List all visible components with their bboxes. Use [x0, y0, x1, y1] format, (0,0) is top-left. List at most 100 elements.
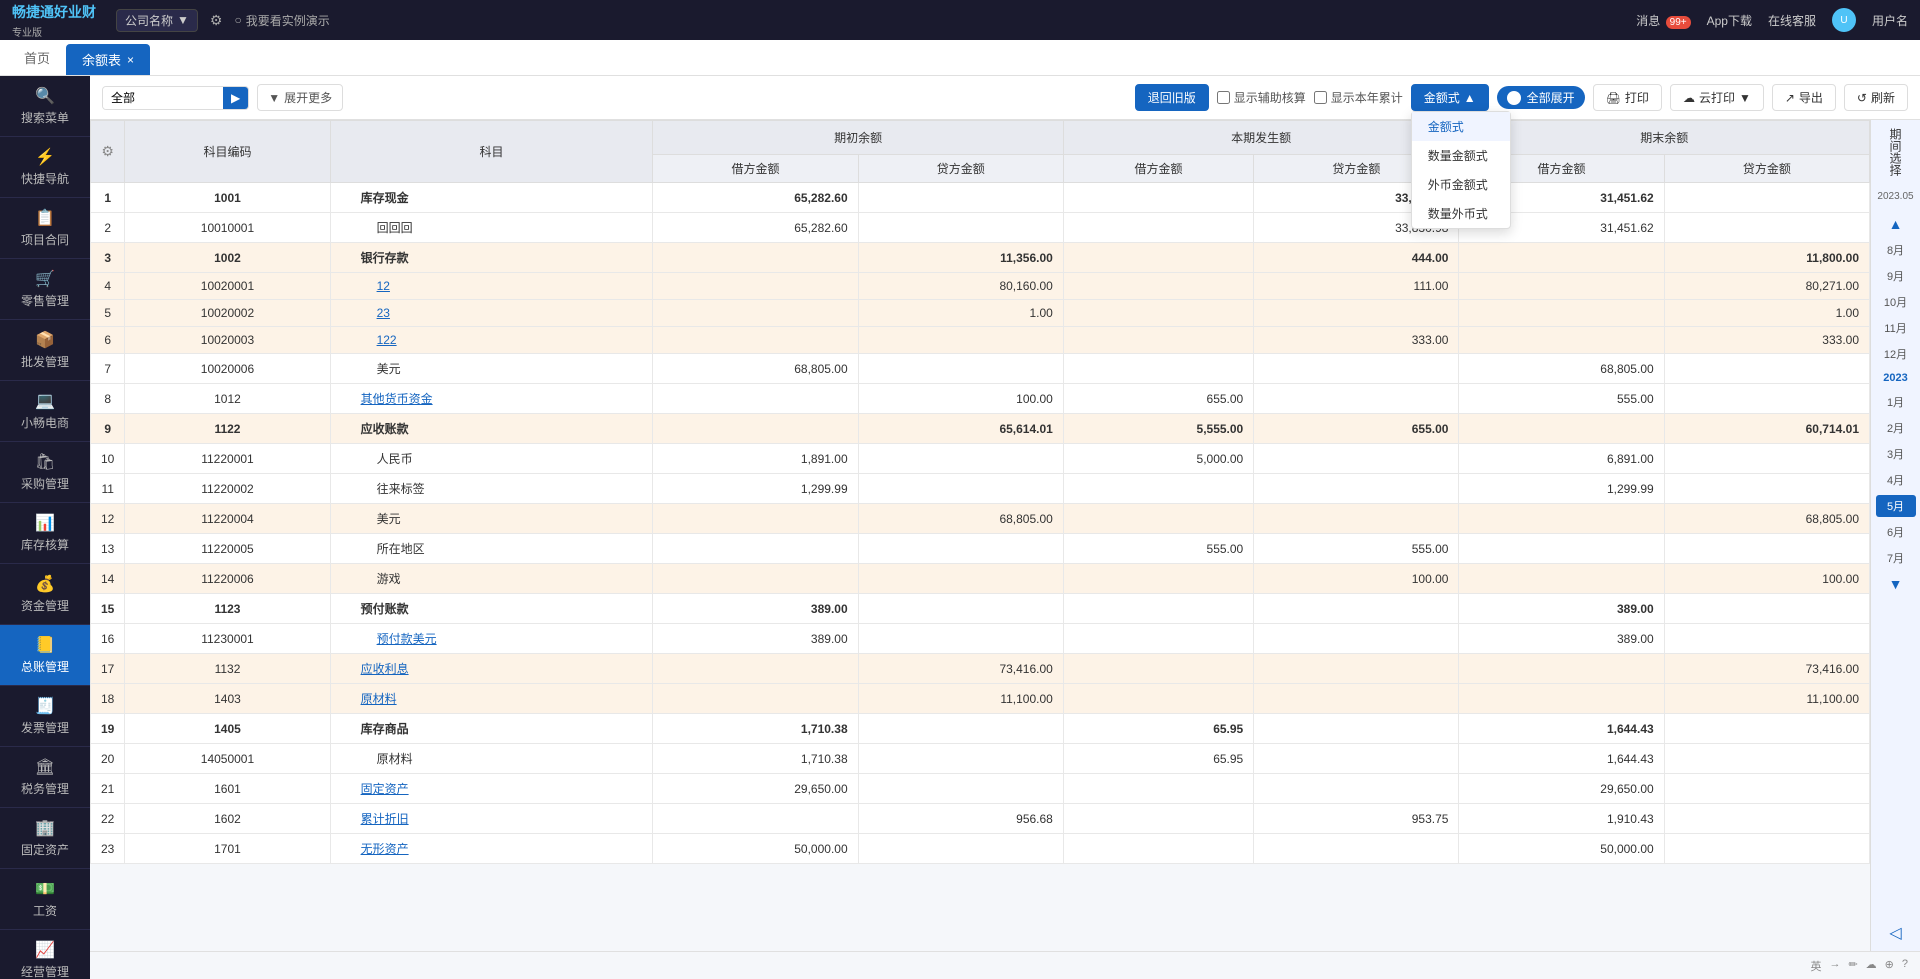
period-next-btn[interactable]: ▼ [1876, 573, 1916, 595]
toggle-dot [1507, 91, 1521, 105]
dd-item-qty-foreign[interactable]: 数量外币式 [1412, 199, 1510, 228]
dd-item-qty-amount[interactable]: 数量金额式 [1412, 141, 1510, 170]
cp-credit: 111.00 [1254, 273, 1459, 300]
account-name[interactable]: 预付款美元 [330, 624, 653, 654]
print-btn[interactable]: 🖨 打印 [1593, 84, 1662, 111]
show-auxiliary-checkbox[interactable] [1217, 91, 1230, 104]
cb-credit [1664, 774, 1869, 804]
avatar[interactable]: U [1832, 8, 1856, 32]
dd-item-amount[interactable]: 金额式 [1412, 112, 1510, 141]
add-icon[interactable]: ⊕ [1885, 958, 1894, 974]
period-dec[interactable]: 12月 [1876, 343, 1916, 365]
row-num: 13 [91, 534, 125, 564]
row-num: 19 [91, 714, 125, 744]
lang-icon[interactable]: 英 [1810, 958, 1821, 974]
gear-icon[interactable]: ⚙ [210, 12, 223, 29]
show-annual-label[interactable]: 显示本年累计 [1314, 89, 1403, 106]
expand-more-btn[interactable]: ▼ 展开更多 [257, 84, 343, 111]
return-old-btn[interactable]: 退回旧版 [1135, 84, 1209, 111]
ob-debit: 1,299.99 [653, 474, 858, 504]
sidebar-item-finance[interactable]: 💰 资金管理 [0, 564, 90, 625]
sidebar-item-purchase[interactable]: 🛍 采购管理 [0, 442, 90, 503]
show-annual-checkbox[interactable] [1314, 91, 1327, 104]
period-apr[interactable]: 4月 [1876, 469, 1916, 491]
app-download-btn[interactable]: App下载 [1707, 12, 1752, 29]
cp-credit: 953.75 [1254, 804, 1459, 834]
search-input[interactable] [103, 87, 223, 109]
online-service-btn[interactable]: 在线客服 [1768, 12, 1816, 29]
period-nov[interactable]: 11月 [1876, 317, 1916, 339]
cp-debit [1063, 654, 1253, 684]
sidebar-item-inventory[interactable]: 📊 库存核算 [0, 503, 90, 564]
sidebar-item-ecommerce[interactable]: 💻 小畅电商 [0, 381, 90, 442]
export-icon: ↗ [1785, 91, 1795, 105]
period-jul[interactable]: 7月 [1876, 547, 1916, 569]
cb-credit [1664, 444, 1869, 474]
sidebar-label-project: 项目合同 [6, 231, 84, 248]
export-btn[interactable]: ↗ 导出 [1772, 84, 1836, 111]
period-year-2023[interactable]: 2023 [1876, 369, 1916, 387]
period-feb[interactable]: 2月 [1876, 417, 1916, 439]
edit-icon[interactable]: ✏ [1848, 958, 1857, 974]
collapse-panel-btn[interactable]: ◁ [1889, 923, 1901, 943]
sidebar-item-invoice[interactable]: 🧾 发票管理 [0, 686, 90, 747]
tab-balance-sheet[interactable]: 余额表 × [66, 44, 150, 75]
refresh-btn[interactable]: ↺ 刷新 [1844, 84, 1908, 111]
settings-col-header[interactable]: ⚙ [91, 121, 125, 183]
chevron-up-icon: ▲ [1464, 91, 1476, 105]
period-mar[interactable]: 3月 [1876, 443, 1916, 465]
account-name[interactable]: 12 [330, 273, 653, 300]
arrow-icon[interactable]: → [1829, 958, 1840, 974]
account-name[interactable]: 其他货币资金 [330, 384, 653, 414]
account-name[interactable]: 23 [330, 300, 653, 327]
cb-credit-header: 贷方金额 [1664, 155, 1869, 183]
sidebar-item-retail[interactable]: 🛒 零售管理 [0, 259, 90, 320]
period-may[interactable]: 5月 [1876, 495, 1916, 517]
tab-home[interactable]: 首页 [8, 42, 66, 75]
search-arrow-btn[interactable]: ▶ [223, 87, 248, 109]
ob-credit: 73,416.00 [858, 654, 1063, 684]
sidebar-item-assets[interactable]: 🏢 固定资产 [0, 808, 90, 869]
period-jan[interactable]: 1月 [1876, 391, 1916, 413]
period-prev-btn[interactable]: ▲ [1876, 213, 1916, 235]
cb-debit [1459, 504, 1664, 534]
ob-debit: 65,282.60 [653, 183, 858, 213]
sidebar-item-tax[interactable]: 🏛 税务管理 [0, 747, 90, 808]
expand-all-toggle[interactable]: 全部展开 [1497, 86, 1585, 109]
ob-debit: 68,805.00 [653, 354, 858, 384]
cloud-status-icon[interactable]: ☁ [1866, 958, 1877, 974]
row-num: 4 [91, 273, 125, 300]
company-selector[interactable]: 公司名称 ▼ [116, 9, 198, 32]
help-icon[interactable]: ? [1902, 958, 1908, 974]
account-name[interactable]: 固定资产 [330, 774, 653, 804]
top-actions: 消息 99+ App下载 在线客服 U 用户名 [1636, 8, 1908, 32]
sidebar-item-project[interactable]: 📋 项目合同 [0, 198, 90, 259]
sidebar-item-nav[interactable]: ⚡ 快捷导航 [0, 137, 90, 198]
account-name[interactable]: 原材料 [330, 684, 653, 714]
sidebar-item-search[interactable]: 🔍 搜索菜单 [0, 76, 90, 137]
period-jun[interactable]: 6月 [1876, 521, 1916, 543]
tax-icon: 🏛 [6, 757, 84, 777]
account-name[interactable]: 累计折旧 [330, 804, 653, 834]
sidebar-item-salary[interactable]: 💵 工资 [0, 869, 90, 930]
account-name[interactable]: 应收利息 [330, 654, 653, 684]
cloud-print-btn[interactable]: ☁ 云打印 ▼ [1670, 84, 1764, 111]
ob-debit [653, 327, 858, 354]
account-name: 预付账款 [330, 594, 653, 624]
sidebar-item-ledger[interactable]: 📒 总账管理 [0, 625, 90, 686]
sidebar-item-operations[interactable]: 📈 经营管理 [0, 930, 90, 979]
period-oct[interactable]: 10月 [1876, 291, 1916, 313]
ob-credit: 1.00 [858, 300, 1063, 327]
dd-item-foreign-amount[interactable]: 外币金额式 [1412, 170, 1510, 199]
show-auxiliary-label[interactable]: 显示辅助核算 [1217, 89, 1306, 106]
account-name[interactable]: 无形资产 [330, 834, 653, 864]
demo-link[interactable]: ○ 我要看实例演示 [234, 12, 329, 29]
period-aug[interactable]: 8月 [1876, 239, 1916, 261]
tab-close-icon[interactable]: × [127, 53, 134, 67]
message-btn[interactable]: 消息 99+ [1636, 12, 1690, 29]
sidebar-item-wholesale[interactable]: 📦 批发管理 [0, 320, 90, 381]
account-name[interactable]: 122 [330, 327, 653, 354]
amount-mode-btn[interactable]: 金额式 ▲ [1411, 84, 1489, 111]
account-code: 10020003 [125, 327, 330, 354]
period-sep[interactable]: 9月 [1876, 265, 1916, 287]
